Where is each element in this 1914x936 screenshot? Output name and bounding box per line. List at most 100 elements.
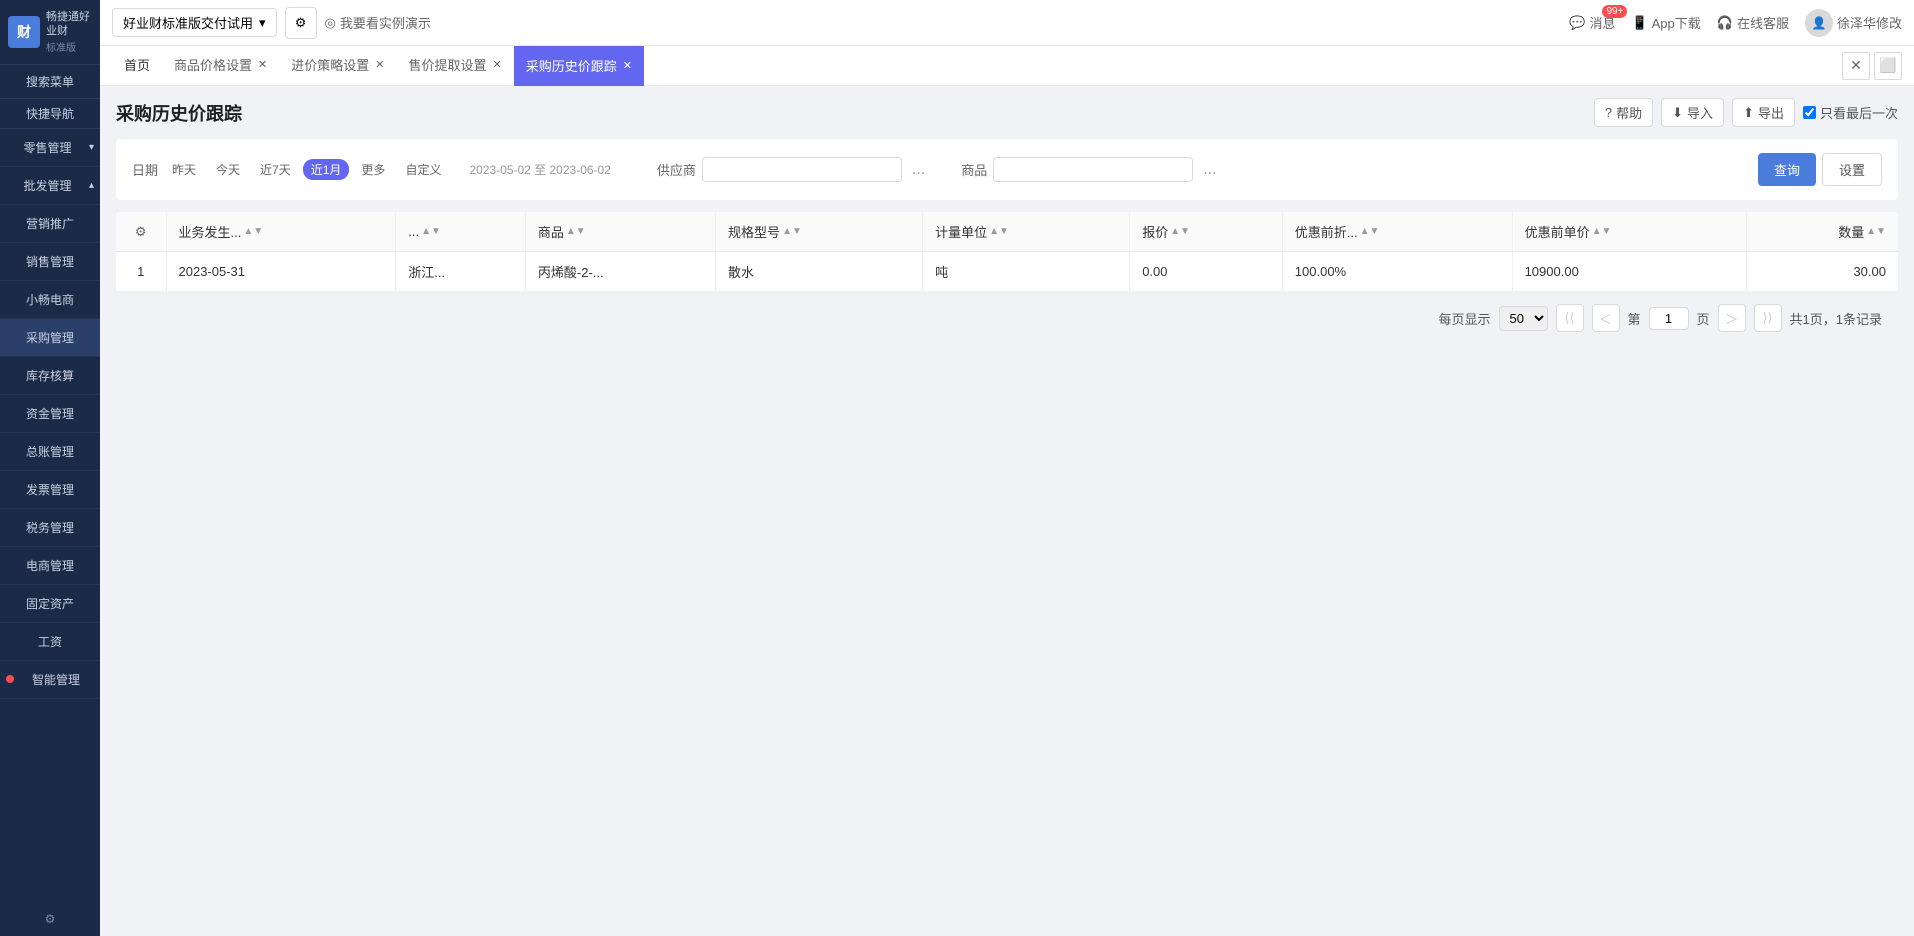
page-input[interactable]: [1649, 307, 1689, 330]
help-button[interactable]: ? 帮助: [1594, 98, 1653, 127]
sidebar-item-ecommerce[interactable]: 电商管理: [0, 547, 100, 585]
version-selector[interactable]: 好业财标准版交付试用 ▾: [112, 8, 277, 37]
sidebar-item-finance[interactable]: 资金管理: [0, 395, 100, 433]
import-button[interactable]: ⬇ 导入: [1661, 98, 1724, 127]
sort-icon[interactable]: ▲▼: [1170, 226, 1190, 237]
th-spec: 规格型号 ▲▼: [716, 212, 923, 252]
query-button[interactable]: 查询: [1758, 153, 1816, 186]
date-opt-yesterday[interactable]: 昨天: [164, 159, 204, 180]
data-table-container: ⚙ 业务发生... ▲▼ ... ▲▼: [116, 212, 1898, 292]
td-quantity: 30.00: [1746, 252, 1898, 292]
tab-close-active-icon[interactable]: ✕: [623, 59, 632, 72]
data-table: ⚙ 业务发生... ▲▼ ... ▲▼: [116, 212, 1898, 292]
filter-actions: 查询 设置: [1758, 153, 1882, 186]
tab-history-price[interactable]: 采购历史价跟踪 ✕: [514, 46, 644, 86]
settings-button[interactable]: ⚙: [285, 7, 317, 39]
th-extra: ... ▲▼: [396, 212, 526, 252]
sidebar-item-purchase[interactable]: 采购管理: [0, 319, 100, 357]
sort-icon[interactable]: ▲▼: [566, 226, 586, 237]
settings-filter-button[interactable]: 设置: [1822, 153, 1882, 186]
th-business-date: 业务发生... ▲▼: [166, 212, 396, 252]
sort-icon[interactable]: ▲▼: [243, 226, 263, 237]
sidebar-search[interactable]: 搜索菜单: [0, 65, 100, 99]
main-content: 好业财标准版交付试用 ▾ ⚙ ◎ 我要看实例演示 💬 消息 99+ 📱 App下…: [100, 0, 1914, 936]
sidebar-item-assets[interactable]: 固定资产: [0, 585, 100, 623]
per-page-label: 每页显示: [1438, 309, 1490, 328]
date-opt-today[interactable]: 今天: [208, 159, 248, 180]
th-settings: ⚙: [116, 212, 166, 252]
td-spec: 散水: [716, 252, 923, 292]
date-opt-custom[interactable]: 自定义: [397, 159, 449, 180]
per-page-select[interactable]: 50: [1499, 306, 1548, 331]
only-latest-input[interactable]: [1803, 106, 1816, 119]
supplier-filter: 供应商 ...: [657, 157, 929, 182]
tab-home[interactable]: 首页: [112, 46, 162, 86]
only-latest-checkbox[interactable]: 只看最后一次: [1803, 103, 1898, 122]
export-button[interactable]: ⬆ 导出: [1732, 98, 1795, 127]
logo-icon: 财: [8, 16, 40, 48]
tab-maximize-button[interactable]: ⬜: [1874, 52, 1902, 80]
tab-price[interactable]: 商品价格设置 ✕: [162, 46, 279, 86]
sidebar-quicknav[interactable]: 快捷导航: [0, 99, 100, 129]
tab-close-icon[interactable]: ✕: [258, 58, 267, 71]
date-opt-more[interactable]: 更多: [353, 159, 393, 180]
sidebar-item-tax[interactable]: 税务管理: [0, 509, 100, 547]
supplier-input[interactable]: [702, 157, 902, 182]
message-badge: 99+: [1602, 5, 1627, 18]
filter-row: 日期 昨天 今天 近7天 近1月 更多 自定义 2023-05-02 至 202…: [132, 153, 1882, 186]
date-opt-7days[interactable]: 近7天: [252, 159, 299, 180]
question-icon: ?: [1605, 105, 1612, 120]
goods-input[interactable]: [993, 157, 1193, 182]
supplier-dots[interactable]: ...: [908, 161, 929, 179]
prev-page-button[interactable]: ＜: [1592, 304, 1620, 332]
sort-icon[interactable]: ▲▼: [989, 226, 1009, 237]
sort-icon[interactable]: ▲▼: [421, 226, 441, 237]
sort-icon[interactable]: ▲▼: [1592, 226, 1612, 237]
message-button[interactable]: 💬 消息 99+: [1569, 13, 1615, 32]
date-opt-1month[interactable]: 近1月: [303, 159, 350, 180]
supplier-label: 供应商: [657, 160, 696, 179]
message-icon: 💬: [1569, 15, 1585, 31]
pagination: 每页显示 50 ⟨⟨ ＜ 第 页 ＞ ⟩⟩ 共1页，1条记录: [116, 292, 1898, 344]
sidebar-item-accounting[interactable]: 总账管理: [0, 433, 100, 471]
goods-label: 商品: [961, 160, 987, 179]
first-page-button[interactable]: ⟨⟨: [1556, 304, 1584, 332]
tab-panel-controls: ✕ ⬜: [1842, 52, 1902, 80]
sort-icon[interactable]: ▲▼: [1866, 226, 1886, 237]
sidebar-item-retail[interactable]: 零售管理 ▾: [0, 129, 100, 167]
sidebar-item-salary[interactable]: 工资: [0, 623, 100, 661]
user-menu-button[interactable]: 👤 徐泽华修改: [1805, 9, 1902, 37]
next-page-button[interactable]: ＞: [1718, 304, 1746, 332]
sidebar-item-invoice[interactable]: 发票管理: [0, 471, 100, 509]
sort-icon[interactable]: ▲▼: [1360, 226, 1380, 237]
td-goods: 丙烯酸-2-...: [525, 252, 715, 292]
last-page-button[interactable]: ⟩⟩: [1754, 304, 1782, 332]
online-service-button[interactable]: 🎧 在线客服: [1717, 13, 1789, 32]
sidebar-item-wholesale[interactable]: 批发管理 ▴: [0, 167, 100, 205]
sort-icon[interactable]: ▲▼: [782, 226, 802, 237]
tab-close-icon[interactable]: ✕: [375, 58, 384, 71]
page-title: 采购历史价跟踪: [116, 100, 242, 126]
sidebar-item-smart[interactable]: 智能管理: [0, 661, 100, 699]
demo-button[interactable]: ◎ 我要看实例演示: [325, 13, 431, 32]
table-row: 1 2023-05-31 浙江... 丙烯酸-2-... 散水 吨 0.00 1…: [116, 252, 1898, 292]
logo-title: 畅捷通好业财: [46, 10, 92, 39]
td-unit: 吨: [923, 252, 1130, 292]
tab-close-window-button[interactable]: ✕: [1842, 52, 1870, 80]
tab-purchase-strategy[interactable]: 进价策略设置 ✕: [279, 46, 396, 86]
sidebar-item-marketing[interactable]: 营销推广: [0, 205, 100, 243]
headset-icon: 🎧: [1717, 15, 1733, 31]
sidebar-item-ecommerce-small[interactable]: 小畅电商: [0, 281, 100, 319]
date-options: 昨天 今天 近7天 近1月 更多 自定义: [164, 159, 449, 180]
column-settings-icon[interactable]: ⚙: [135, 224, 147, 239]
version-selector-label: 好业财标准版交付试用: [123, 13, 253, 32]
tab-close-icon[interactable]: ✕: [493, 58, 502, 71]
sidebar-item-sales[interactable]: 销售管理: [0, 243, 100, 281]
tab-sale-price[interactable]: 售价提取设置 ✕: [396, 46, 513, 86]
sidebar-settings-button[interactable]: ⚙: [0, 902, 100, 936]
td-discount: 100.00%: [1282, 252, 1512, 292]
sidebar-item-inventory[interactable]: 库存核算: [0, 357, 100, 395]
goods-dots[interactable]: ...: [1199, 161, 1220, 179]
avatar: 👤: [1805, 9, 1833, 37]
app-download-button[interactable]: 📱 App下载: [1631, 13, 1700, 32]
